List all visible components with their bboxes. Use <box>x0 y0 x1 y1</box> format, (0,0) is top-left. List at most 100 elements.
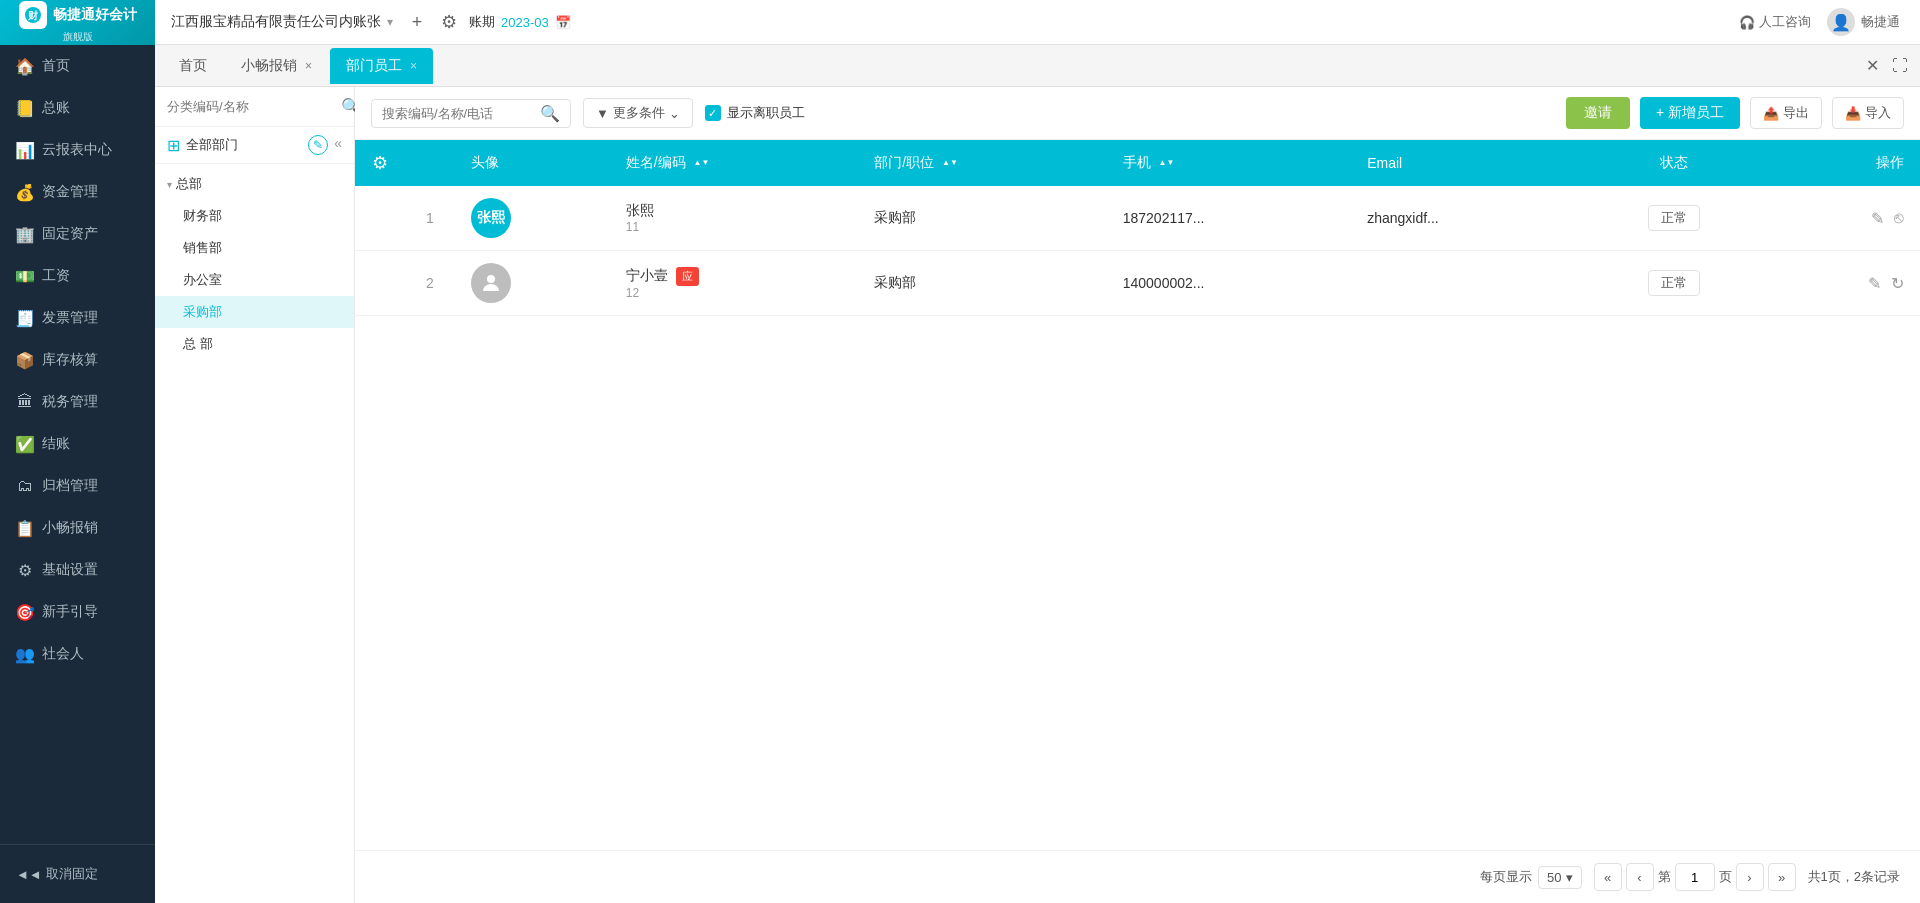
dept-node-caigou[interactable]: 采购部 <box>155 296 354 328</box>
col-name-code[interactable]: 姓名/编码 ▲▼ <box>610 140 858 186</box>
row1-edit-icon[interactable]: ✎ <box>1871 209 1884 228</box>
tab-expense-close[interactable]: × <box>305 59 312 73</box>
sidebar-item-invoice[interactable]: 🧾 发票管理 <box>0 297 155 339</box>
page-first-button[interactable]: « <box>1594 863 1622 891</box>
tab-department[interactable]: 部门员工 × <box>330 48 433 84</box>
sidebar-label-closing: 结账 <box>42 435 70 453</box>
per-page-chevron-icon: ▾ <box>1566 870 1573 885</box>
show-resigned-checkbox[interactable]: ✓ <box>705 105 721 121</box>
employee-search-input[interactable] <box>382 106 534 121</box>
support-button[interactable]: 🎧 人工咨询 <box>1739 13 1811 31</box>
dept-node-bangong[interactable]: 办公室 <box>155 264 354 296</box>
sidebar-item-payroll[interactable]: 💵 工资 <box>0 255 155 297</box>
user-info[interactable]: 👤 畅捷通 <box>1827 8 1900 36</box>
filter-label: 更多条件 <box>613 104 665 122</box>
employee-search-box[interactable]: 🔍 <box>371 99 571 128</box>
filter-button[interactable]: ▼ 更多条件 ⌄ <box>583 98 693 128</box>
sidebar-item-assets[interactable]: 🏢 固定资产 <box>0 213 155 255</box>
collapse-dept-icon[interactable]: « <box>334 135 342 155</box>
export-button[interactable]: 📤 导出 <box>1750 97 1822 129</box>
sort-name-icon: ▲▼ <box>694 159 710 167</box>
col-dept-position[interactable]: 部门/职位 ▲▼ <box>858 140 1106 186</box>
sidebar-item-archive[interactable]: 🗂 归档管理 <box>0 465 155 507</box>
sidebar-label-archive: 归档管理 <box>42 477 98 495</box>
tab-home[interactable]: 首页 <box>163 48 223 84</box>
sidebar-item-expense[interactable]: 📋 小畅报销 <box>0 507 155 549</box>
row2-status: 正常 <box>1574 251 1774 316</box>
dept-label-zongbu: 总部 <box>176 175 202 193</box>
sidebar-label-cloud-report: 云报表中心 <box>42 141 112 159</box>
sidebar-item-fund[interactable]: 💰 资金管理 <box>0 171 155 213</box>
dept-node-caiwu[interactable]: 财务部 <box>155 200 354 232</box>
dept-node-xiaoshou[interactable]: 销售部 <box>155 232 354 264</box>
pin-icon: ◄◄ <box>16 867 42 882</box>
sidebar-item-inventory[interactable]: 📦 库存核算 <box>0 339 155 381</box>
filter-chevron-icon: ⌄ <box>669 106 680 121</box>
import-label: 导入 <box>1865 104 1891 122</box>
sidebar-item-tax[interactable]: 🏛 税务管理 <box>0 381 155 423</box>
sidebar-item-ledger[interactable]: 📒 总账 <box>0 87 155 129</box>
row2-edit-icon[interactable]: ✎ <box>1868 274 1881 293</box>
sidebar-item-closing[interactable]: ✅ 结账 <box>0 423 155 465</box>
sidebar-item-guide[interactable]: 🎯 新手引导 <box>0 591 155 633</box>
sidebar-item-social[interactable]: 👥 社会人 <box>0 633 155 675</box>
row2-tag: 应 <box>676 267 699 286</box>
import-button[interactable]: 📥 导入 <box>1832 97 1904 129</box>
sidebar-label-inventory: 库存核算 <box>42 351 98 369</box>
page-next-button[interactable]: › <box>1736 863 1764 891</box>
edit-dept-icon[interactable]: ✎ <box>308 135 328 155</box>
close-window-button[interactable]: ✕ <box>1860 54 1884 78</box>
page-go-unit: 页 <box>1719 868 1732 886</box>
settings-nav-icon: ⚙ <box>16 561 34 579</box>
page-prev-button[interactable]: ‹ <box>1626 863 1654 891</box>
calendar-icon[interactable]: 📅 <box>555 15 571 30</box>
row2-refresh-icon[interactable]: ↻ <box>1891 274 1904 293</box>
invite-button[interactable]: 邀请 <box>1566 97 1630 129</box>
col-index <box>405 140 455 186</box>
tab-expense[interactable]: 小畅报销 × <box>225 48 328 84</box>
top-bar: 财 畅捷通好会计 旗舰版 江西服宝精品有限责任公司内账张 ▾ + ⚙ 账期 20… <box>0 0 1920 45</box>
show-resigned-label: 显示离职员工 <box>727 104 805 122</box>
page-last-button[interactable]: » <box>1768 863 1796 891</box>
tabs-bar: 首页 小畅报销 × 部门员工 × ✕ ⛶ <box>155 45 1920 87</box>
col-settings[interactable]: ⚙ <box>355 140 405 186</box>
report-icon: 📊 <box>16 141 34 159</box>
company-name[interactable]: 江西服宝精品有限责任公司内账张 ▾ <box>171 13 393 31</box>
tab-controls: ✕ ⛶ <box>1860 54 1912 78</box>
show-resigned-toggle[interactable]: ✓ 显示离职员工 <box>705 104 805 122</box>
cancel-fixed-button[interactable]: ◄◄ 取消固定 <box>0 855 155 893</box>
sidebar-label-ledger: 总账 <box>42 99 70 117</box>
maximize-button[interactable]: ⛶ <box>1888 54 1912 78</box>
page-input[interactable] <box>1675 863 1715 891</box>
sidebar-item-settings[interactable]: ⚙ 基础设置 <box>0 549 155 591</box>
row1-name-code: 张熙 11 <box>610 186 858 251</box>
row1-name: 张熙 <box>626 202 842 220</box>
row1-logout-icon[interactable]: ⎋ <box>1894 209 1904 227</box>
import-icon: 📥 <box>1845 106 1861 121</box>
employee-table: ⚙ 头像 姓名/编码 ▲▼ <box>355 140 1920 850</box>
sort-phone-icon: ▲▼ <box>1159 159 1175 167</box>
svg-point-2 <box>487 275 495 283</box>
company-dropdown-icon[interactable]: ▾ <box>387 15 393 29</box>
search-magnify-icon[interactable]: 🔍 <box>540 104 560 123</box>
user-avatar: 👤 <box>1827 8 1855 36</box>
add-employee-button[interactable]: + 新增员工 <box>1640 97 1740 129</box>
dept-node-zongbu2[interactable]: 总 部 <box>155 328 354 360</box>
tab-department-close[interactable]: × <box>410 59 417 73</box>
col-phone[interactable]: 手机 ▲▼ <box>1107 140 1351 186</box>
dept-node-zongbu[interactable]: ▾ 总部 <box>155 168 354 200</box>
export-icon: 📤 <box>1763 106 1779 121</box>
logo-sub: 旗舰版 <box>63 30 93 44</box>
sidebar-item-home[interactable]: 🏠 首页 <box>0 45 155 87</box>
row1-actions: ✎ ⎋ <box>1774 186 1920 251</box>
settings-icon[interactable]: ⚙ <box>441 11 457 33</box>
per-page-dropdown[interactable]: 50 ▾ <box>1538 866 1581 889</box>
row1-email: zhangxidf... <box>1351 186 1574 251</box>
expense-icon: 📋 <box>16 519 34 537</box>
sidebar-label-expense: 小畅报销 <box>42 519 98 537</box>
add-tab-button[interactable]: + <box>405 10 429 34</box>
sidebar-item-cloud-report[interactable]: 📊 云报表中心 <box>0 129 155 171</box>
tax-icon: 🏛 <box>16 393 34 411</box>
dept-search-input[interactable] <box>167 99 335 114</box>
row1-status: 正常 <box>1574 186 1774 251</box>
